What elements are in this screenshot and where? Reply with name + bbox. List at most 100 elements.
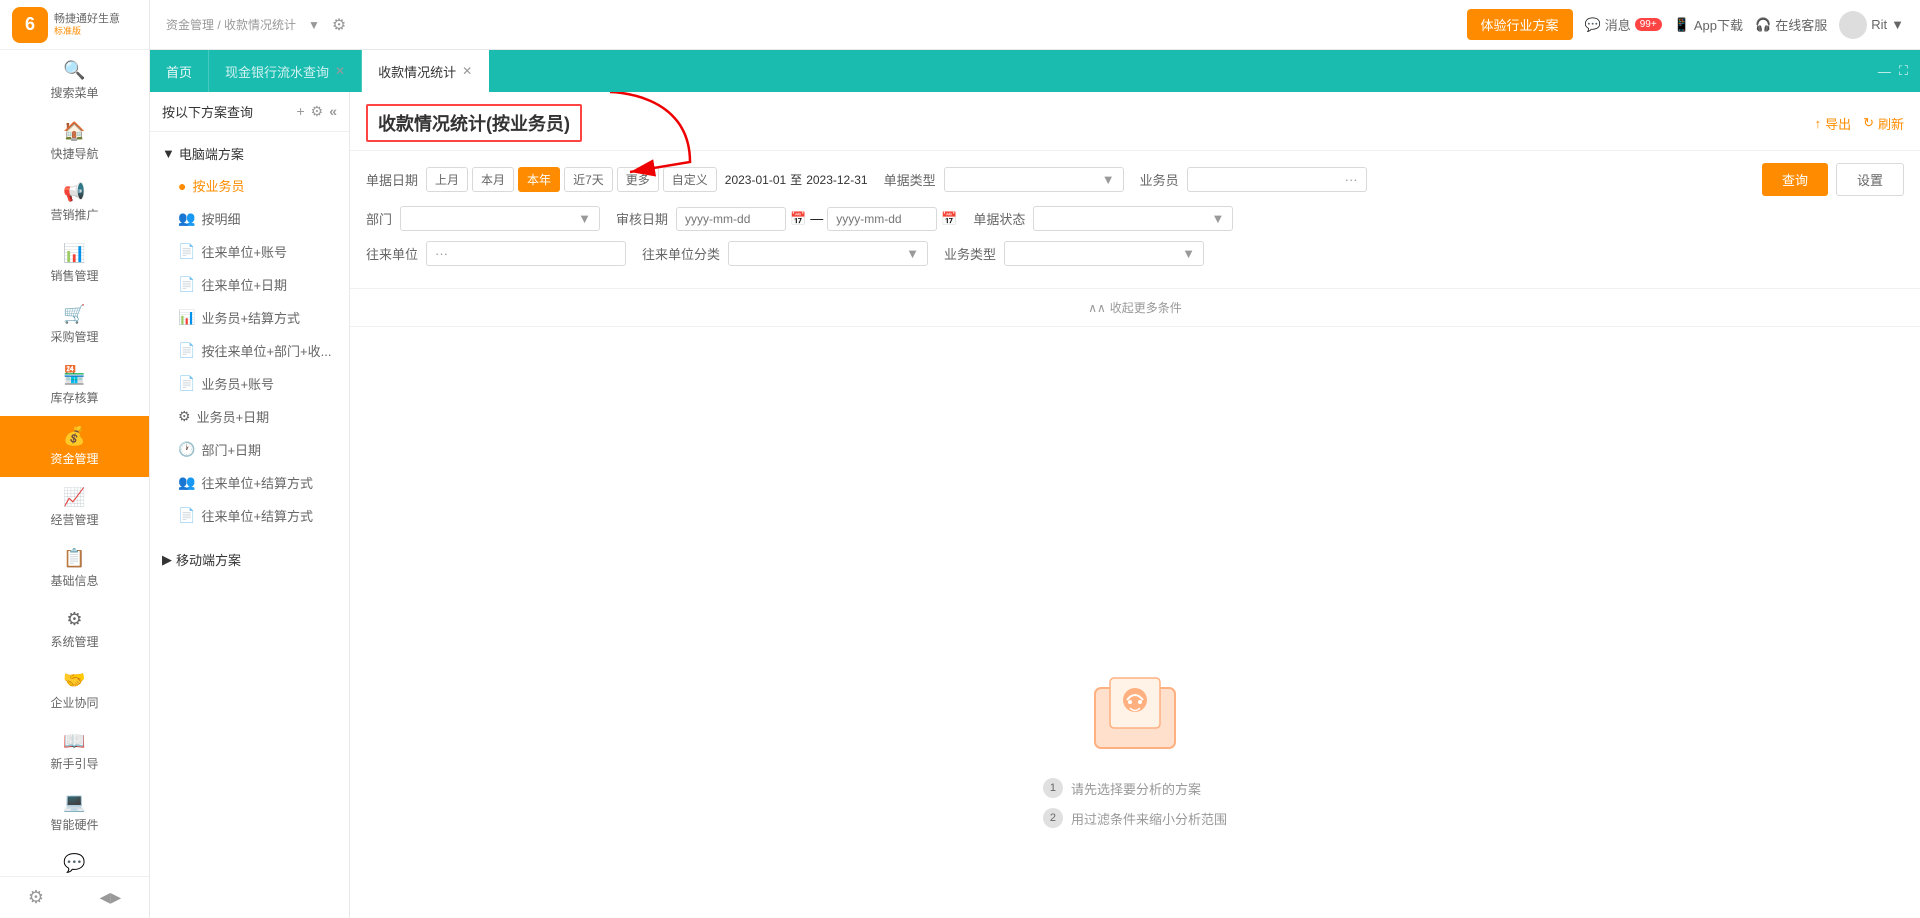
sidebar-label-quick-nav: 快捷导航: [50, 145, 98, 162]
export-button[interactable]: ↑ 导出: [1815, 114, 1852, 133]
sidebar-item-wechat[interactable]: 💬 企业微信: [0, 843, 149, 876]
message-action[interactable]: 💬 消息 99+: [1585, 15, 1662, 34]
tree-item-partner-settlement2[interactable]: 📄 往来单位+结算方式: [150, 499, 349, 532]
counterparty-category-select[interactable]: ▼: [728, 241, 928, 266]
page-title: 收款情况统计(按业务员): [378, 114, 570, 134]
scheme-settings-icon[interactable]: ⚙: [311, 103, 324, 120]
counterparty-more-icon[interactable]: ···: [435, 246, 448, 261]
tree-item-detail[interactable]: 👥 按明细: [150, 202, 349, 235]
finance-icon: 💰: [63, 426, 85, 447]
collapse-button[interactable]: ∧∧ 收起更多条件: [1088, 299, 1182, 316]
sidebar-item-finance[interactable]: 💰 资金管理: [0, 416, 149, 477]
tree-item-partner-settlement2-label: 往来单位+结算方式: [201, 506, 313, 525]
cooperation-icon: 🤝: [63, 670, 85, 691]
sidebar-item-guide[interactable]: 📖 新手引导: [0, 721, 149, 782]
basic-icon: 📋: [63, 548, 85, 569]
counterparty-select[interactable]: ···: [426, 241, 626, 266]
footer-expand-icon[interactable]: ◀▶: [100, 889, 122, 906]
mobile-section-header[interactable]: ▶ 移动端方案: [150, 544, 349, 575]
minimize-icon[interactable]: —: [1878, 64, 1891, 79]
date-btn-this-month[interactable]: 本月: [472, 167, 514, 192]
salesperson-arrow-icon: ···: [1345, 172, 1358, 187]
footer-settings-icon[interactable]: ⚙: [28, 887, 44, 908]
filter-area: 单据日期 上月 本月 本年 近7天 更多 自定义 2023-01-01: [350, 151, 1920, 289]
salesperson-select[interactable]: ···: [1187, 167, 1367, 192]
sidebar-item-search[interactable]: 🔍 搜索菜单: [0, 50, 149, 111]
app-download-action[interactable]: 📱 App下载: [1674, 15, 1743, 34]
dept-select[interactable]: ▼: [400, 206, 600, 231]
sidebar-label-basic: 基础信息: [50, 572, 98, 589]
sidebar-item-purchase[interactable]: 🛒 采购管理: [0, 294, 149, 355]
sidebar-item-warehouse[interactable]: 🏪 库存核算: [0, 355, 149, 416]
collapse-panel-icon[interactable]: «: [329, 103, 337, 120]
tree-item-partner-account[interactable]: 📄 往来单位+账号: [150, 235, 349, 268]
audit-date-label: 审核日期: [616, 209, 668, 228]
online-service-action[interactable]: 🎧 在线客服: [1755, 15, 1827, 34]
date-btn-more[interactable]: 更多: [617, 167, 659, 192]
tree-item-salesperson-account[interactable]: 📄 业务员+账号: [150, 367, 349, 400]
tree-item-salesperson-date[interactable]: ⚙ 业务员+日期: [150, 400, 349, 433]
sidebar-item-sales[interactable]: 📊 销售管理: [0, 233, 149, 294]
desktop-section-header[interactable]: ▼ 电脑端方案: [150, 138, 349, 169]
doc-status-select[interactable]: ▼: [1033, 206, 1233, 231]
chevron-down-icon[interactable]: ▼: [308, 18, 320, 32]
user-area[interactable]: Rit ▼: [1839, 11, 1904, 39]
audit-date-from-input[interactable]: [676, 207, 786, 231]
business-type-select[interactable]: ▼: [1004, 241, 1204, 266]
sidebar-item-system[interactable]: ⚙ 系统管理: [0, 599, 149, 660]
sidebar-item-cooperation[interactable]: 🤝 企业协同: [0, 660, 149, 721]
tree-item-partner-date[interactable]: 📄 往来单位+日期: [150, 268, 349, 301]
desktop-expand-icon: ▼: [162, 146, 175, 161]
sidebar-item-hardware[interactable]: 💻 智能硬件: [0, 782, 149, 843]
date-btn-last-7[interactable]: 近7天: [564, 167, 613, 192]
trial-btn[interactable]: 体验行业方案: [1467, 9, 1573, 40]
tab-collection-close[interactable]: ✕: [462, 64, 472, 78]
edition-badge: 标准版: [54, 26, 120, 38]
salesperson-filter-item: 业务员 ···: [1140, 167, 1367, 192]
tree-item-dept-date[interactable]: 🕐 部门+日期: [150, 433, 349, 466]
date-btn-custom[interactable]: 自定义: [663, 167, 717, 192]
gear-settings-icon[interactable]: ⚙: [332, 15, 346, 35]
mobile-expand-icon: ▶: [162, 552, 172, 568]
sidebar: 6 畅捷通好生意 标准版 🔍 搜索菜单 🏠 快捷导航 📢 营销推广 📊 销售管理…: [0, 0, 150, 918]
app-download-label: App下载: [1694, 15, 1743, 34]
date-separator: 至: [790, 171, 802, 188]
empty-state-area: 1 请先选择要分析的方案 2 用过滤条件来缩小分析范围: [350, 327, 1920, 918]
query-button[interactable]: 查询: [1762, 163, 1828, 196]
tab-bank-close[interactable]: ✕: [335, 64, 345, 78]
date-btn-this-year[interactable]: 本年: [518, 167, 560, 192]
refresh-button[interactable]: ↻ 刷新: [1863, 114, 1904, 133]
add-scheme-icon[interactable]: +: [296, 103, 304, 120]
sidebar-item-basic[interactable]: 📋 基础信息: [0, 538, 149, 599]
tree-item-salesperson-settlement[interactable]: 📊 业务员+结算方式: [150, 301, 349, 334]
logo-text: 畅捷通好生意 标准版: [54, 12, 120, 38]
calendar-to-icon[interactable]: 📅: [941, 211, 957, 227]
sidebar-label-sales: 销售管理: [50, 267, 98, 284]
user-avatar: [1839, 11, 1867, 39]
tab-home[interactable]: 首页: [150, 50, 209, 92]
date-btn-last-month[interactable]: 上月: [426, 167, 468, 192]
salesperson-label: 业务员: [1140, 170, 1179, 189]
system-icon: ⚙: [66, 609, 82, 630]
wechat-icon: 💬: [63, 853, 85, 874]
audit-date-to-input[interactable]: [827, 207, 937, 231]
tab-collection[interactable]: 收款情况统计 ✕: [362, 50, 489, 92]
partner-dept-icon: 📄: [178, 342, 195, 359]
doc-type-select[interactable]: ▼: [944, 167, 1124, 192]
tab-bank[interactable]: 现金银行流水查询 ✕: [209, 50, 362, 92]
sidebar-item-quick-nav[interactable]: 🏠 快捷导航: [0, 111, 149, 172]
tree-item-detail-label: 按明细: [201, 209, 240, 228]
sidebar-item-marketing[interactable]: 📢 营销推广: [0, 172, 149, 233]
tree-item-salesperson[interactable]: ● 按业务员: [150, 169, 349, 202]
tree-item-salesperson-account-label: 业务员+账号: [201, 374, 274, 393]
tree-item-partner-dept[interactable]: 📄 按往来单位+部门+收...: [150, 334, 349, 367]
maximize-icon[interactable]: ⛶: [1899, 63, 1908, 79]
filter-settings-button[interactable]: 设置: [1836, 163, 1904, 196]
counterparty-category-arrow-icon: ▼: [906, 246, 919, 261]
partner-date-icon: 📄: [178, 276, 195, 293]
sidebar-item-operation[interactable]: 📈 经营管理: [0, 477, 149, 538]
calendar-from-icon[interactable]: 📅: [790, 211, 806, 227]
tree-item-partner-date-label: 往来单位+日期: [201, 275, 287, 294]
right-panel: 收款情况统计(按业务员) ↑ 导出: [350, 92, 1920, 918]
tree-item-partner-settlement1[interactable]: 👥 往来单位+结算方式: [150, 466, 349, 499]
